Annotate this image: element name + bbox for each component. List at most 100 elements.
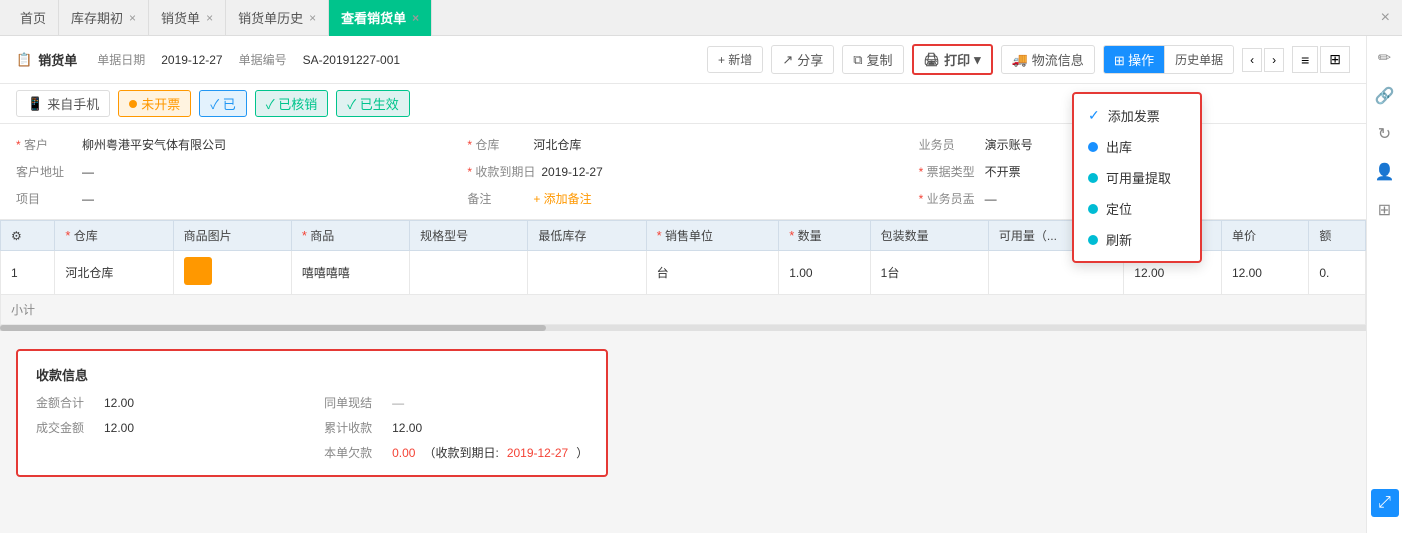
add-remark-button[interactable]: + 添加备注 — [533, 190, 591, 207]
form-title-icon: 📋 — [16, 52, 32, 68]
remark-field: 备注 + 添加备注 — [467, 190, 898, 207]
address-field: 客户地址 — — [16, 163, 447, 180]
same-order-row: 同单现结 — — [324, 394, 588, 411]
row-unit: 台 — [646, 251, 779, 295]
list-view-button[interactable]: ≡ — [1292, 46, 1318, 73]
row-pack-qty: 1台 — [870, 251, 988, 295]
salesperson-label: 业务员 — [919, 136, 979, 153]
row-unit-price: 12.00 — [1221, 251, 1308, 295]
view-toggle: ≡ ⊞ — [1292, 46, 1350, 73]
payment-date-field: 收款到期日 2019-12-27 — [467, 163, 898, 180]
print-button[interactable]: 🖨 打印 ▾ — [912, 44, 993, 75]
dropdown-refresh[interactable]: 刷新 — [1074, 224, 1200, 255]
dropdown-available-qty[interactable]: 可用量提取 — [1074, 162, 1200, 193]
history-tab[interactable]: 历史单据 — [1165, 47, 1233, 72]
effective-badge[interactable]: ✓ 已生效 — [336, 90, 410, 117]
row-amount: 0. — [1309, 251, 1366, 295]
subtotal-label: 小计 — [1, 295, 1366, 325]
sidebar-user-icon[interactable]: 👤 — [1371, 158, 1399, 186]
col-pack-qty: 包装数量 — [870, 221, 988, 251]
same-order-label: 同单现结 — [324, 394, 384, 411]
dropdown-outbound[interactable]: 出库 — [1074, 131, 1200, 162]
row-product-img — [173, 251, 291, 295]
col-min-stock: 最低库存 — [528, 221, 646, 251]
tab-view-sales[interactable]: 查看销货单 × — [329, 0, 432, 36]
address-value: — — [82, 165, 94, 179]
col-unit: * 销售单位 — [646, 221, 779, 251]
next-button[interactable]: › — [1264, 48, 1284, 72]
refresh-dot-icon — [1088, 235, 1098, 245]
col-product-img: 商品图片 — [173, 221, 291, 251]
tab-sales-history-close[interactable]: × — [309, 11, 316, 25]
operate-tab[interactable]: ⊞ 操作 — [1104, 46, 1165, 73]
tab-bar: 首页 库存期初 × 销货单 × 销货单历史 × 查看销货单 × × — [0, 0, 1402, 36]
sidebar-link-icon[interactable]: 🔗 — [1371, 82, 1399, 110]
warehouse-field: 仓库 河北仓库 — [467, 136, 898, 153]
form-title: 销货单 — [38, 50, 77, 69]
deal-label: 成交金额 — [36, 419, 96, 436]
row-min-stock — [528, 251, 646, 295]
new-button[interactable]: + 新增 — [707, 46, 763, 73]
remark-label: 备注 — [467, 190, 527, 207]
number-label: 单据编号 — [239, 51, 287, 68]
dropdown-locate[interactable]: 定位 — [1074, 193, 1200, 224]
copy-icon: ⧉ — [853, 52, 862, 68]
payment-section: 收款信息 金额合计 12.00 同单现结 — 成交金额 12.00 — [16, 349, 608, 477]
grid-view-button[interactable]: ⊞ — [1320, 46, 1350, 73]
col-setting[interactable]: ⚙ — [1, 221, 55, 251]
sidebar-table-icon[interactable]: ⊞ — [1371, 196, 1399, 224]
cancelled-badge[interactable]: ✓ 已核销 — [255, 90, 329, 117]
deal-row: 成交金额 12.00 — [36, 419, 300, 436]
owed-row: 本单欠款 0.00 （收款到期日: 2019-12-27 ） — [324, 444, 588, 461]
tab-view-sales-close[interactable]: × — [412, 11, 419, 25]
date-value: 2019-12-27 — [161, 53, 222, 67]
prev-button[interactable]: ‹ — [1242, 48, 1262, 72]
customer-field: 客户 柳州粤港平安气体有限公司 — [16, 136, 447, 153]
nav-arrows: ‹ › — [1242, 48, 1284, 72]
deal-value: 12.00 — [104, 421, 134, 435]
window-close-button[interactable]: × — [1381, 9, 1390, 27]
sidebar-edit-icon[interactable]: ✏ — [1371, 44, 1399, 72]
payment-container: 收款信息 金额合计 12.00 同单现结 — 成交金额 12.00 — [0, 331, 1366, 495]
available-qty-label: 可用量提取 — [1106, 168, 1171, 187]
logistics-button[interactable]: 🚚 物流信息 — [1001, 45, 1095, 74]
project-value: — — [82, 192, 94, 206]
tab-home[interactable]: 首页 — [8, 0, 59, 36]
cumulative-label: 累计收款 — [324, 419, 384, 436]
payment-grid: 金额合计 12.00 同单现结 — 成交金额 12.00 累计收款 12.00 — [36, 394, 588, 461]
share-button[interactable]: ↗ 分享 — [771, 45, 834, 74]
tab-inventory-close[interactable]: × — [129, 11, 136, 25]
dropdown-add-invoice[interactable]: ✓ 添加发票 — [1074, 100, 1200, 131]
dropdown-menu: ✓ 添加发票 出库 可用量提取 定位 刷新 — [1072, 92, 1202, 263]
header-actions: + 新增 ↗ 分享 ⧉ 复制 🖨 打印 ▾ 🚚 物流信息 — [707, 44, 1350, 75]
not-open-badge[interactable]: 未开票 — [118, 90, 191, 117]
badge-dot-icon — [129, 100, 137, 108]
form-header: 📋 销货单 单据日期 2019-12-27 单据编号 SA-20191227-0… — [0, 36, 1366, 84]
customer-label: 客户 — [16, 136, 76, 153]
cumulative-value: 12.00 — [392, 421, 422, 435]
col-unit-price: 单价 — [1221, 221, 1308, 251]
warehouse-value: 河北仓库 — [533, 136, 581, 153]
same-order-value: — — [392, 396, 404, 410]
tab-inventory[interactable]: 库存期初 × — [59, 0, 149, 36]
copy-button[interactable]: ⧉ 复制 — [842, 45, 903, 74]
tab-sales-history[interactable]: 销货单历史 × — [226, 0, 329, 36]
outbound-label: 出库 — [1106, 137, 1132, 156]
from-phone-button[interactable]: 📱 来自手机 — [16, 90, 110, 117]
confirm-badge[interactable]: ✓ 已 — [199, 90, 247, 117]
due-suffix: ） — [576, 444, 588, 461]
sidebar-refresh-icon[interactable]: ↻ — [1371, 120, 1399, 148]
row-product: 嘻嘻嘻嘻 — [291, 251, 409, 295]
locate-dot-icon — [1088, 204, 1098, 214]
product-image — [184, 257, 212, 285]
locate-label: 定位 — [1106, 199, 1132, 218]
owed-label: 本单欠款 — [324, 444, 384, 461]
add-invoice-label: 添加发票 — [1108, 106, 1160, 125]
staff-label: 业务员盂 — [919, 190, 979, 207]
project-field: 项目 — — [16, 190, 447, 207]
tab-sales[interactable]: 销货单 × — [149, 0, 226, 36]
due-value: 2019-12-27 — [507, 446, 568, 460]
customer-value: 柳州粤港平安气体有限公司 — [82, 136, 226, 153]
sidebar-expand-icon[interactable]: ⤢ — [1371, 489, 1399, 517]
tab-sales-close[interactable]: × — [206, 11, 213, 25]
